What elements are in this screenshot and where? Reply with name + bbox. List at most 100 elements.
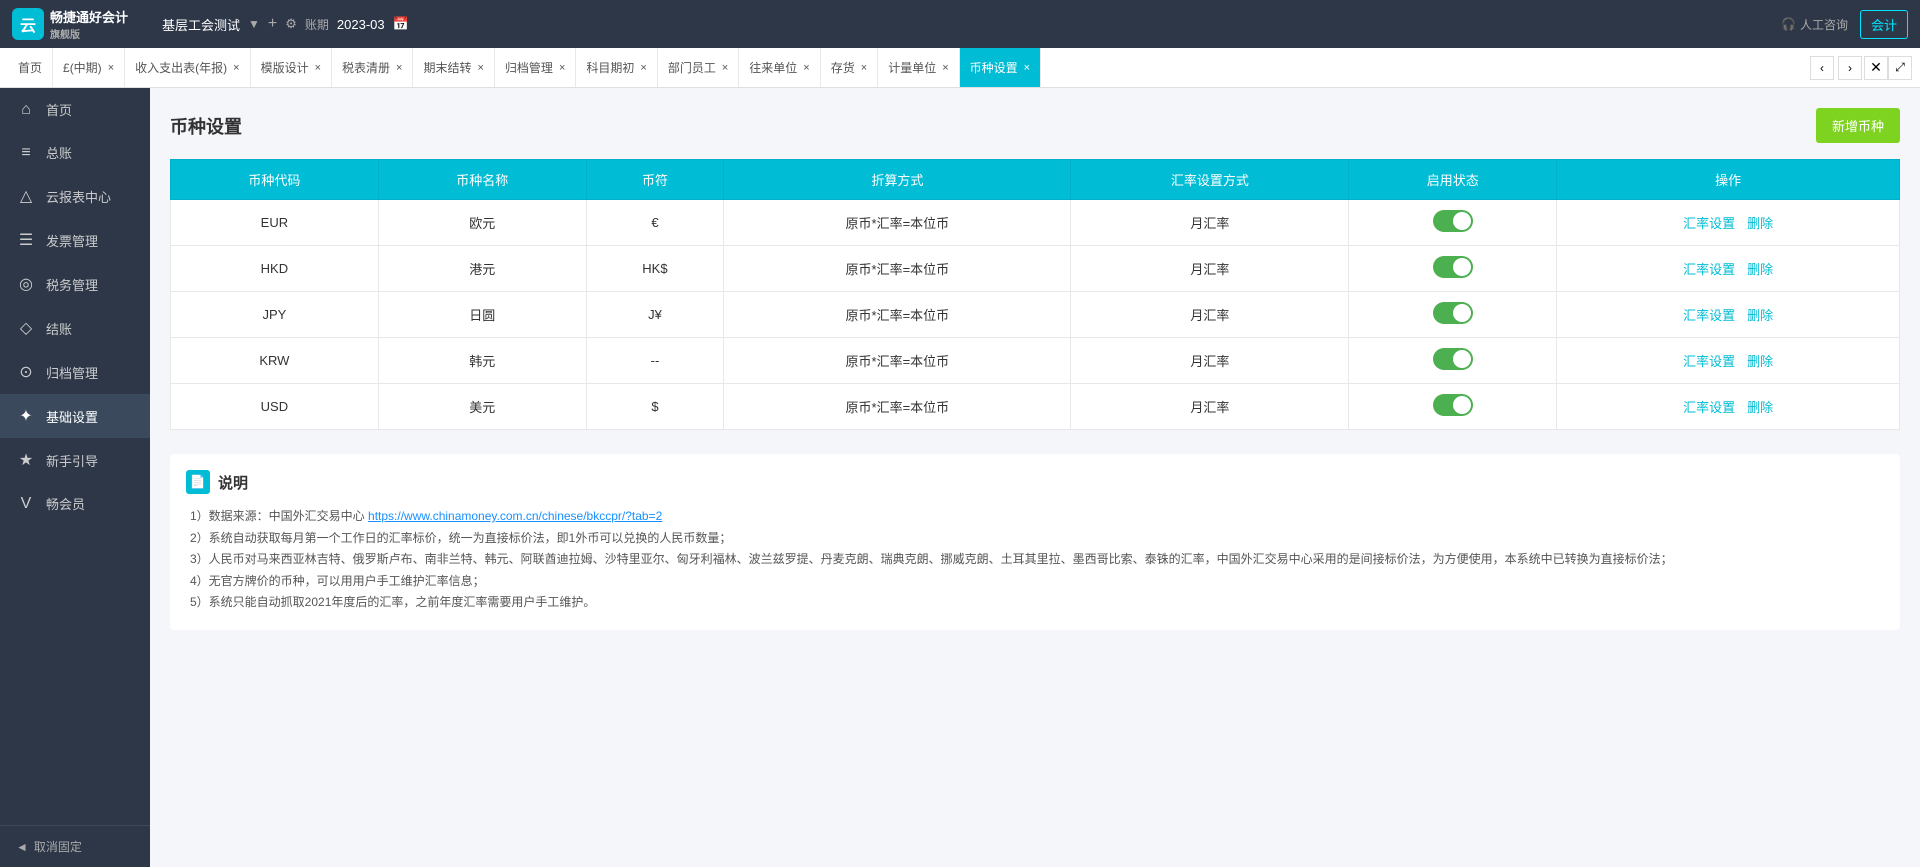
guide-icon: ★ bbox=[16, 450, 36, 470]
rate-setting-link-1[interactable]: 汇率设置 bbox=[1683, 262, 1735, 277]
tab-close-archive[interactable]: × bbox=[559, 62, 565, 74]
rate-setting-link-3[interactable]: 汇率设置 bbox=[1683, 354, 1735, 369]
sidebar-item-invoice[interactable]: ☰发票管理 bbox=[0, 218, 150, 262]
customer-service-btn[interactable]: 🎧 人工咨询 bbox=[1781, 16, 1848, 33]
logo-text: 畅捷通好会计 旗舰版 bbox=[50, 7, 128, 41]
sidebar-item-home[interactable]: ⌂首页 bbox=[0, 88, 150, 131]
table-row-0: EUR欧元€原币*汇率=本位币月汇率汇率设置删除 bbox=[171, 200, 1900, 246]
tab-close-tax[interactable]: × bbox=[396, 62, 402, 74]
toggle-switch-1[interactable] bbox=[1433, 256, 1473, 278]
tab-period[interactable]: £(中期) × bbox=[53, 48, 125, 88]
cell-name-4: 美元 bbox=[378, 384, 586, 430]
cell-actions-0: 汇率设置删除 bbox=[1557, 200, 1900, 246]
tab-unit[interactable]: 计量单位× bbox=[878, 48, 959, 88]
tab-label-closing: 期末结转 bbox=[423, 59, 471, 76]
page-header: 币种设置 新增币种 bbox=[170, 108, 1900, 143]
sidebar-item-archive[interactable]: ⊙归档管理 bbox=[0, 350, 150, 394]
cell-calc-method-2: 原币*汇率=本位币 bbox=[724, 292, 1071, 338]
sidebar-item-settings[interactable]: ✦基础设置 bbox=[0, 394, 150, 438]
note-item-0: 1）数据来源：中国外汇交易中心 https://www.chinamoney.c… bbox=[186, 506, 1884, 528]
workspace-dropdown-icon[interactable]: ▼ bbox=[248, 17, 260, 31]
sidebar-item-member[interactable]: V畅会员 bbox=[0, 482, 150, 525]
sidebar-item-guide[interactable]: ★ 新手引导 bbox=[0, 438, 150, 482]
cell-toggle-1 bbox=[1349, 246, 1557, 292]
tab-archive[interactable]: 归档管理× bbox=[495, 48, 576, 88]
cell-rate-method-2: 月汇率 bbox=[1071, 292, 1349, 338]
tab-close-period[interactable]: × bbox=[108, 62, 114, 74]
tab-close-department[interactable]: × bbox=[722, 62, 728, 74]
tab-expand-btn[interactable]: ⤢ bbox=[1888, 56, 1912, 80]
delete-link-0[interactable]: 删除 bbox=[1747, 216, 1773, 231]
cell-actions-2: 汇率设置删除 bbox=[1557, 292, 1900, 338]
tab-home[interactable]: 首页 bbox=[8, 48, 53, 88]
sidebar-label-guide: 新手引导 bbox=[46, 451, 98, 470]
tab-close-closing[interactable]: × bbox=[477, 62, 483, 74]
tab-department[interactable]: 部门员工× bbox=[658, 48, 739, 88]
tab-income[interactable]: 收入支出表(年报) × bbox=[125, 48, 250, 88]
sidebar-item-closing[interactable]: ◇结账 bbox=[0, 306, 150, 350]
table-header-row: 币种代码币种名称币符折算方式汇率设置方式启用状态操作 bbox=[171, 160, 1900, 200]
tab-close-inventory[interactable]: × bbox=[861, 62, 867, 74]
tab-subjects[interactable]: 科目期初× bbox=[576, 48, 657, 88]
toggle-switch-4[interactable] bbox=[1433, 394, 1473, 416]
notes-link[interactable]: https://www.chinamoney.com.cn/chinese/bk… bbox=[368, 509, 662, 523]
accounting-button[interactable]: 会计 bbox=[1860, 10, 1908, 39]
customer-service-label: 人工咨询 bbox=[1800, 16, 1848, 33]
rate-setting-link-4[interactable]: 汇率设置 bbox=[1683, 400, 1735, 415]
tab-close-currency[interactable]: × bbox=[1024, 62, 1030, 74]
cell-toggle-4 bbox=[1349, 384, 1557, 430]
top-header: 云 畅捷通好会计 旗舰版 基层工会测试 ▼ + ⚙ 账期 2023-03 📅 🎧… bbox=[0, 0, 1920, 48]
tab-closing[interactable]: 期末结转 × bbox=[413, 48, 494, 88]
sidebar: ⌂首页≡总账△云报表中心☰发票管理◎税务管理◇结账⊙归档管理✦基础设置 ★ 新手引导… bbox=[0, 88, 150, 867]
tab-close-subjects[interactable]: × bbox=[640, 62, 646, 74]
table-row-4: USD美元$原币*汇率=本位币月汇率汇率设置删除 bbox=[171, 384, 1900, 430]
cell-symbol-0: € bbox=[586, 200, 724, 246]
sidebar-item-reports[interactable]: △云报表中心 bbox=[0, 174, 150, 218]
cell-code-3: KRW bbox=[171, 338, 379, 384]
tab-template[interactable]: 模版设计× bbox=[251, 48, 332, 88]
tab-label-period: £(中期) bbox=[63, 59, 102, 76]
app-logo: 云 畅捷通好会计 旗舰版 bbox=[12, 7, 162, 41]
workspace-settings-icon[interactable]: ⚙ bbox=[285, 16, 297, 32]
workspace-add-icon[interactable]: + bbox=[268, 15, 277, 33]
reports-icon: △ bbox=[16, 186, 36, 206]
rate-setting-link-0[interactable]: 汇率设置 bbox=[1683, 216, 1735, 231]
logo-sub: 旗舰版 bbox=[50, 26, 128, 41]
tab-close-all-btn[interactable]: ✕ bbox=[1864, 56, 1888, 80]
delete-link-4[interactable]: 删除 bbox=[1747, 400, 1773, 415]
sidebar-footer[interactable]: ◄ 取消固定 bbox=[0, 825, 150, 867]
tab-label-income: 收入支出表(年报) bbox=[135, 59, 227, 76]
cell-code-1: HKD bbox=[171, 246, 379, 292]
tab-close-unit[interactable]: × bbox=[942, 62, 948, 74]
delete-link-2[interactable]: 删除 bbox=[1747, 308, 1773, 323]
cell-symbol-1: HK$ bbox=[586, 246, 724, 292]
tab-partner[interactable]: 往来单位× bbox=[739, 48, 820, 88]
period-calendar-icon[interactable]: 📅 bbox=[393, 16, 409, 32]
tab-close-template[interactable]: × bbox=[315, 62, 321, 74]
sidebar-footer-label: 取消固定 bbox=[34, 838, 82, 855]
delete-link-1[interactable]: 删除 bbox=[1747, 262, 1773, 277]
delete-link-3[interactable]: 删除 bbox=[1747, 354, 1773, 369]
toggle-switch-2[interactable] bbox=[1433, 302, 1473, 324]
tab-currency[interactable]: 币种设置× bbox=[960, 48, 1041, 88]
tab-close-income[interactable]: × bbox=[233, 62, 239, 74]
tab-close-partner[interactable]: × bbox=[803, 62, 809, 74]
toggle-switch-3[interactable] bbox=[1433, 348, 1473, 370]
toggle-switch-0[interactable] bbox=[1433, 210, 1473, 232]
period-label: 账期 bbox=[305, 16, 329, 33]
tab-nav-next-btn[interactable]: › bbox=[1838, 56, 1862, 80]
note-item-3: 4）无官方牌价的币种，可以用用户手工维护汇率信息； bbox=[186, 571, 1884, 593]
cell-calc-method-1: 原币*汇率=本位币 bbox=[724, 246, 1071, 292]
rate-setting-link-2[interactable]: 汇率设置 bbox=[1683, 308, 1735, 323]
logo-icon: 云 bbox=[12, 8, 44, 40]
ledger-icon: ≡ bbox=[16, 144, 36, 162]
tab-tax[interactable]: 税表清册× bbox=[332, 48, 413, 88]
sidebar-item-ledger[interactable]: ≡总账 bbox=[0, 131, 150, 174]
tab-nav-prev-btn[interactable]: ‹ bbox=[1810, 56, 1834, 80]
cell-name-1: 港元 bbox=[378, 246, 586, 292]
tab-inventory[interactable]: 存货× bbox=[821, 48, 878, 88]
col-header-0: 币种代码 bbox=[171, 160, 379, 200]
sidebar-item-tax[interactable]: ◎税务管理 bbox=[0, 262, 150, 306]
col-header-6: 操作 bbox=[1557, 160, 1900, 200]
new-currency-btn[interactable]: 新增币种 bbox=[1816, 108, 1900, 143]
